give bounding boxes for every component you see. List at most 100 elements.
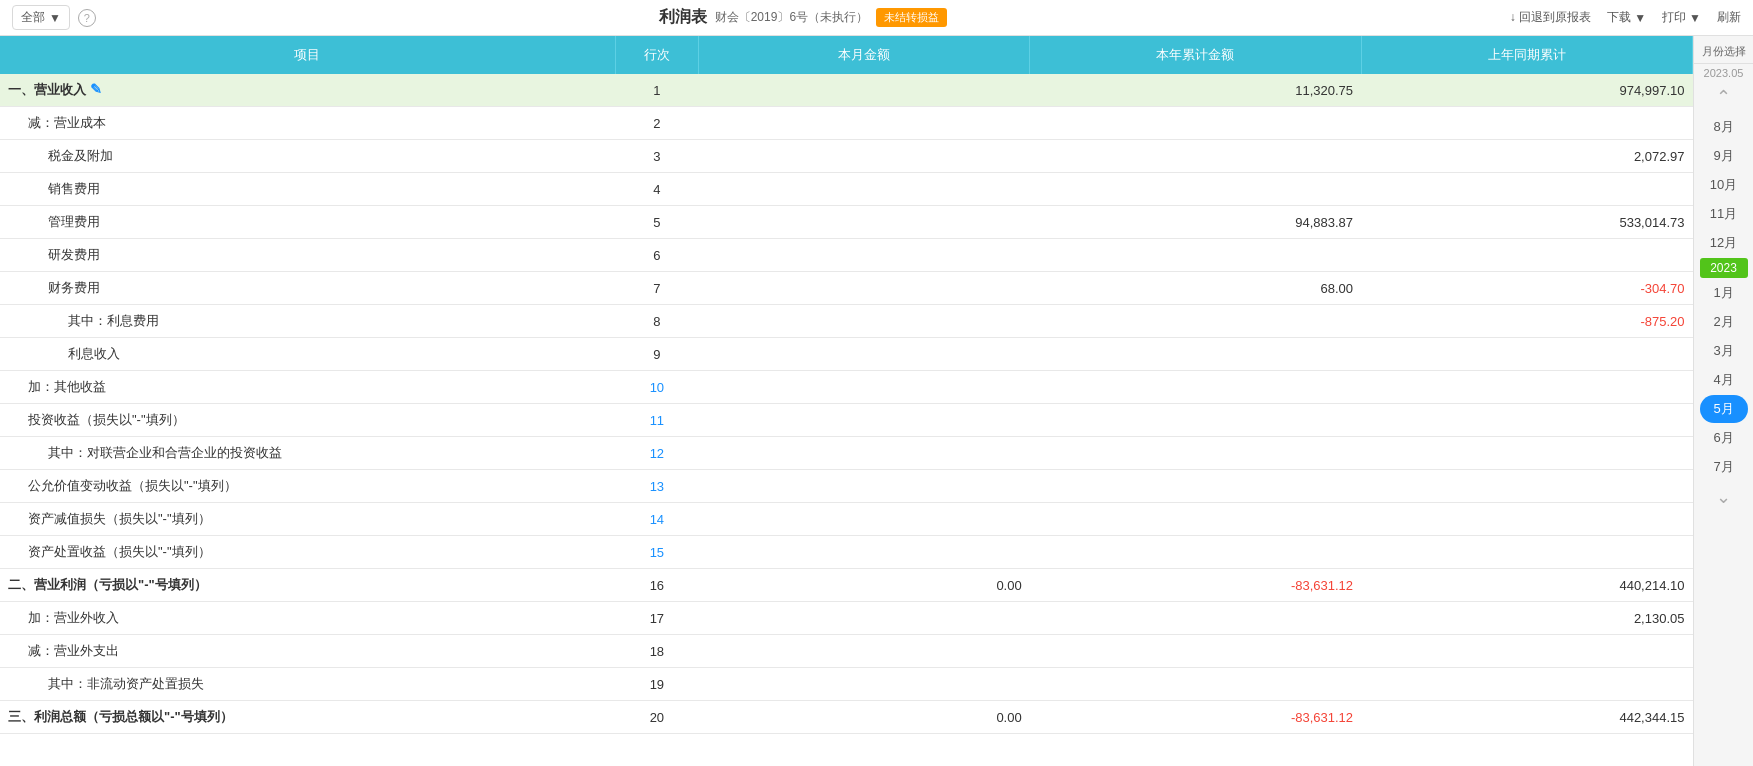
- table-row-num: 3: [615, 140, 698, 173]
- table-row-year-amt: 68.00: [1030, 272, 1361, 305]
- table-row-num: 8: [615, 305, 698, 338]
- table-row-month-amt: [698, 536, 1029, 569]
- chevron-down-icon: ▼: [1634, 11, 1646, 25]
- table-row-year-amt: [1030, 536, 1361, 569]
- table-row-month-amt: [698, 305, 1029, 338]
- table-row-year-amt: [1030, 668, 1361, 701]
- table-row-prev-amt: [1361, 173, 1692, 206]
- table-row-item: 资产处置收益（损失以"-"填列）: [0, 536, 615, 569]
- month-item[interactable]: 1月: [1700, 279, 1748, 307]
- table-row-item: 减：营业成本: [0, 107, 615, 140]
- table-row-prev-amt: 2,072.97: [1361, 140, 1692, 173]
- download-button[interactable]: 下载 ▼: [1607, 9, 1646, 26]
- col-header-rownum: 行次: [615, 36, 698, 74]
- table-row-num: 7: [615, 272, 698, 305]
- table-row-month-amt: [698, 602, 1029, 635]
- profit-table: 项目 行次 本月金额 本年累计金额 上年同期累计 一、营业收入✎111,320.…: [0, 36, 1693, 734]
- table-row-num[interactable]: 14: [615, 503, 698, 536]
- table-row-num: 16: [615, 569, 698, 602]
- refresh-button[interactable]: 刷新: [1717, 9, 1741, 26]
- table-row-prev-amt: -875.20: [1361, 305, 1692, 338]
- month-item[interactable]: 3月: [1700, 337, 1748, 365]
- table-row-month-amt: [698, 272, 1029, 305]
- col-header-item: 项目: [0, 36, 615, 74]
- table-row-num: 1: [615, 74, 698, 107]
- table-row-year-amt: [1030, 107, 1361, 140]
- month-picker-sidebar: 月份选择 2023.05 ⌃ 8月9月10月11月12月20231月2月3月4月…: [1693, 36, 1753, 766]
- report-table-area: 项目 行次 本月金额 本年累计金额 上年同期累计 一、营业收入✎111,320.…: [0, 36, 1693, 766]
- table-row-year-amt: [1030, 404, 1361, 437]
- month-picker-label: 月份选择: [1694, 40, 1753, 64]
- table-row-year-amt: 11,320.75: [1030, 74, 1361, 107]
- month-item[interactable]: 5月: [1700, 395, 1748, 423]
- month-item[interactable]: 2月: [1700, 308, 1748, 336]
- table-row-year-amt: [1030, 239, 1361, 272]
- table-row-prev-amt: [1361, 338, 1692, 371]
- month-down-arrow[interactable]: ⌄: [1712, 482, 1735, 512]
- edit-icon[interactable]: ✎: [90, 81, 106, 97]
- month-item[interactable]: 11月: [1700, 200, 1748, 228]
- month-item[interactable]: 8月: [1700, 113, 1748, 141]
- table-row-item: 管理费用: [0, 206, 615, 239]
- table-row-item: 资产减值损失（损失以"-"填列）: [0, 503, 615, 536]
- table-row-item: 减：营业外支出: [0, 635, 615, 668]
- table-row-year-amt: 94,883.87: [1030, 206, 1361, 239]
- help-icon[interactable]: ?: [78, 9, 96, 27]
- table-row-year-amt: [1030, 305, 1361, 338]
- table-row-month-amt: [698, 338, 1029, 371]
- col-header-prev: 上年同期累计: [1361, 36, 1692, 74]
- month-item[interactable]: 4月: [1700, 366, 1748, 394]
- table-row-prev-amt: [1361, 635, 1692, 668]
- table-row-month-amt: [698, 239, 1029, 272]
- month-item[interactable]: 6月: [1700, 424, 1748, 452]
- table-row-prev-amt: -304.70: [1361, 272, 1692, 305]
- table-row-num: 19: [615, 668, 698, 701]
- col-header-month: 本月金额: [698, 36, 1029, 74]
- table-row-month-amt: [698, 107, 1029, 140]
- table-row-num[interactable]: 13: [615, 470, 698, 503]
- table-row-num[interactable]: 11: [615, 404, 698, 437]
- current-date-label: 2023.05: [1704, 64, 1744, 82]
- table-row-item: 财务费用: [0, 272, 615, 305]
- table-row-year-amt: [1030, 437, 1361, 470]
- table-row-item: 加：其他收益: [0, 371, 615, 404]
- title-area: 利润表 财会〔2019〕6号（未执行） 未结转损益: [659, 7, 947, 28]
- table-row-month-amt: [698, 635, 1029, 668]
- table-row-item: 销售费用: [0, 173, 615, 206]
- table-row-prev-amt: [1361, 404, 1692, 437]
- table-row-year-amt: -83,631.12: [1030, 569, 1361, 602]
- table-row-item: 其中：非流动资产处置损失: [0, 668, 615, 701]
- table-row-month-amt: 0.00: [698, 569, 1029, 602]
- table-row-num[interactable]: 15: [615, 536, 698, 569]
- table-row-month-amt: [698, 503, 1029, 536]
- table-row-year-amt: [1030, 140, 1361, 173]
- month-item[interactable]: 7月: [1700, 453, 1748, 481]
- print-button[interactable]: 打印 ▼: [1662, 9, 1701, 26]
- table-row-num: 20: [615, 701, 698, 734]
- month-item[interactable]: 12月: [1700, 229, 1748, 257]
- month-up-arrow[interactable]: ⌃: [1712, 82, 1735, 112]
- table-row-year-amt: -83,631.12: [1030, 701, 1361, 734]
- table-row-year-amt: [1030, 602, 1361, 635]
- table-row-prev-amt: 440,214.10: [1361, 569, 1692, 602]
- month-item[interactable]: 9月: [1700, 142, 1748, 170]
- table-row-prev-amt: 974,997.10: [1361, 74, 1692, 107]
- month-item[interactable]: 10月: [1700, 171, 1748, 199]
- month-item[interactable]: 2023: [1700, 258, 1748, 278]
- scope-dropdown[interactable]: 全部 ▼: [12, 5, 70, 30]
- table-row-num[interactable]: 10: [615, 371, 698, 404]
- report-subtitle: 财会〔2019〕6号（未执行）: [715, 9, 868, 26]
- table-row-month-amt: [698, 404, 1029, 437]
- table-row-num[interactable]: 12: [615, 437, 698, 470]
- table-row-year-amt: [1030, 635, 1361, 668]
- table-row-month-amt: 0.00: [698, 701, 1029, 734]
- table-row-prev-amt: 2,130.05: [1361, 602, 1692, 635]
- back-button[interactable]: ↓ 回退到原报表: [1510, 9, 1591, 26]
- table-row-year-amt: [1030, 371, 1361, 404]
- table-row-item: 公允价值变动收益（损失以"-"填列）: [0, 470, 615, 503]
- table-row-month-amt: [698, 371, 1029, 404]
- table-row-num: 9: [615, 338, 698, 371]
- table-row-prev-amt: 442,344.15: [1361, 701, 1692, 734]
- table-row-prev-amt: [1361, 470, 1692, 503]
- table-row-month-amt: [698, 140, 1029, 173]
